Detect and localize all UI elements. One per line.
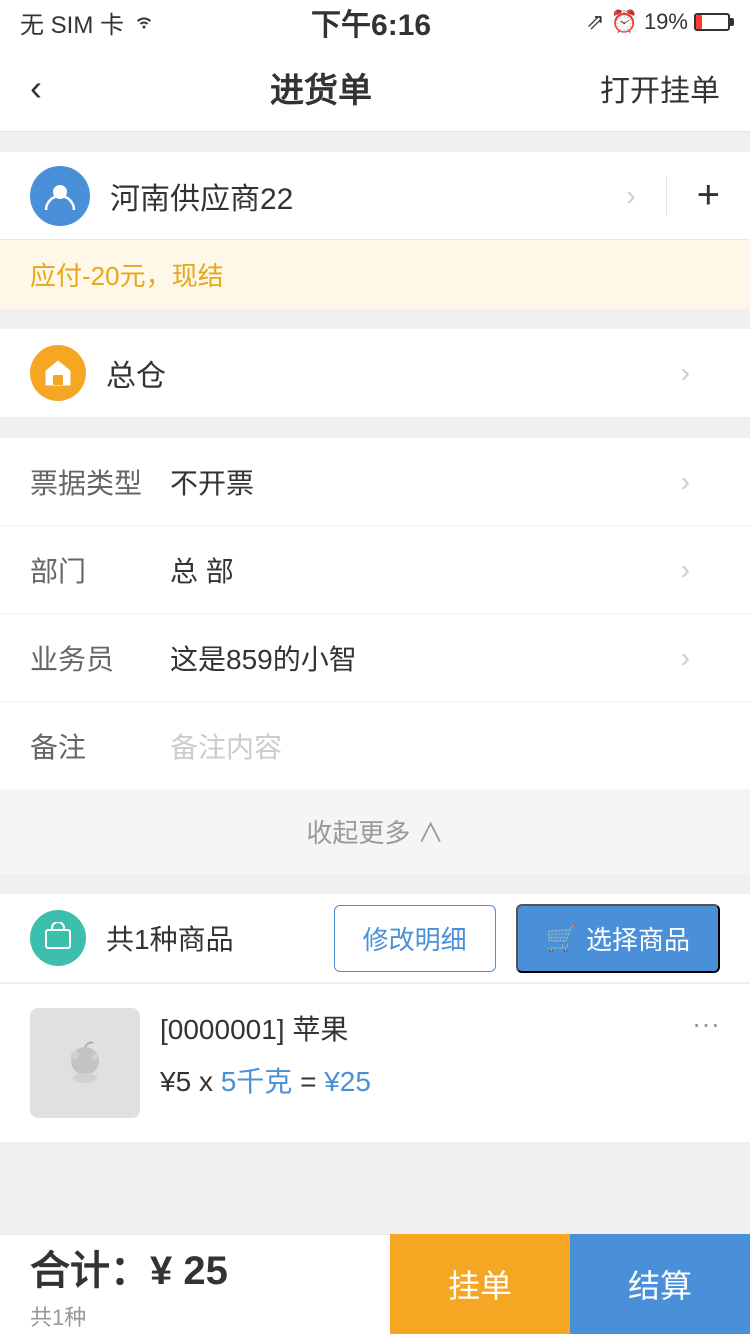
remark-row[interactable]: 备注 备注内容 bbox=[0, 701, 750, 789]
section-gap-4 bbox=[0, 874, 750, 894]
staff-value: 这是859的小智 bbox=[150, 638, 681, 678]
supplier-row[interactable]: 河南供应商22 › + bbox=[0, 152, 750, 240]
product-info: [0000001] 苹果 ¥5 x 5千克 = ¥25 bbox=[160, 1008, 640, 1100]
product-item: [0000001] 苹果 ¥5 x 5千克 = ¥25 ··· bbox=[0, 984, 750, 1142]
notice-bar: 应付-20元，现结 bbox=[0, 240, 750, 309]
warehouse-section: 总仓 › bbox=[0, 329, 750, 417]
select-product-label: 选择商品 bbox=[586, 920, 690, 957]
supplier-arrow-icon: › bbox=[626, 180, 635, 212]
status-bar: 无 SIM 卡 下午6:16 ⇗ ⏰ 19% bbox=[0, 0, 750, 44]
dept-arrow-icon: › bbox=[681, 554, 690, 586]
status-left: 无 SIM 卡 bbox=[20, 5, 156, 40]
form-section: 票据类型 不开票 › 部门 总 部 › 业务员 这是859的小智 › 备注 备注… bbox=[0, 437, 750, 789]
warehouse-name: 总仓 bbox=[106, 351, 681, 395]
dept-value: 总 部 bbox=[150, 550, 681, 590]
product-more-button[interactable]: ··· bbox=[660, 1008, 720, 1040]
invoice-value: 不开票 bbox=[150, 462, 681, 502]
product-header: 共1种商品 修改明细 🛒 选择商品 bbox=[0, 894, 750, 982]
checkout-button[interactable]: 结算 bbox=[570, 1234, 750, 1334]
alarm-icon: ⏰ bbox=[611, 9, 638, 35]
product-icon bbox=[30, 910, 86, 966]
invoice-label: 票据类型 bbox=[30, 462, 150, 502]
hang-button[interactable]: 挂单 bbox=[390, 1234, 570, 1334]
supplier-name: 河南供应商22 bbox=[110, 174, 626, 218]
subtotal: ¥25 bbox=[324, 1066, 371, 1097]
price-separator: x bbox=[199, 1066, 221, 1097]
wifi-icon bbox=[132, 8, 156, 36]
dept-row[interactable]: 部门 总 部 › bbox=[0, 525, 750, 613]
staff-arrow-icon: › bbox=[681, 642, 690, 674]
remark-label: 备注 bbox=[30, 726, 150, 766]
supplier-section: 河南供应商22 › + 应付-20元，现结 bbox=[0, 152, 750, 309]
time-label: 下午6:16 bbox=[311, 0, 431, 44]
divider bbox=[666, 176, 667, 216]
total-section: 合计：¥ 25 共1种 bbox=[0, 1234, 390, 1334]
edit-detail-button[interactable]: 修改明细 bbox=[334, 905, 496, 972]
add-supplier-button[interactable]: + bbox=[697, 173, 720, 218]
nav-bar: ‹ 进货单 打开挂单 bbox=[0, 44, 750, 132]
page-title: 进货单 bbox=[270, 63, 372, 112]
battery-label: 19% bbox=[644, 9, 688, 35]
open-hang-button[interactable]: 打开挂单 bbox=[600, 66, 720, 110]
section-gap-3 bbox=[0, 417, 750, 437]
back-button[interactable]: ‹ bbox=[30, 67, 42, 109]
remark-input[interactable]: 备注内容 bbox=[150, 726, 720, 766]
section-gap-2 bbox=[0, 309, 750, 329]
total-count: 共1种 bbox=[30, 1300, 390, 1332]
quantity: 5千克 bbox=[221, 1066, 293, 1097]
total-value: ¥ 25 bbox=[150, 1249, 228, 1293]
carrier-label: 无 SIM 卡 bbox=[20, 5, 124, 40]
battery-icon bbox=[694, 13, 730, 31]
total-label: 合计： bbox=[30, 1249, 150, 1293]
product-price: ¥5 x 5千克 = ¥25 bbox=[160, 1060, 640, 1100]
product-thumbnail bbox=[30, 1008, 140, 1118]
product-name: [0000001] 苹果 bbox=[160, 1008, 640, 1048]
invoice-row[interactable]: 票据类型 不开票 › bbox=[0, 437, 750, 525]
select-product-button[interactable]: 🛒 选择商品 bbox=[516, 904, 720, 973]
invoice-arrow-icon: › bbox=[681, 466, 690, 498]
supplier-avatar bbox=[30, 166, 90, 226]
warehouse-icon bbox=[30, 345, 86, 401]
warehouse-row[interactable]: 总仓 › bbox=[0, 329, 750, 417]
unit-price: ¥5 bbox=[160, 1066, 191, 1097]
status-right: ⇗ ⏰ 19% bbox=[586, 9, 730, 35]
staff-label: 业务员 bbox=[30, 638, 150, 678]
collapse-button[interactable]: 收起更多 ∧ bbox=[0, 789, 750, 874]
total-amount: 合计：¥ 25 bbox=[30, 1238, 390, 1296]
section-gap-1 bbox=[0, 132, 750, 152]
equals-sign: = bbox=[300, 1066, 324, 1097]
bottom-bar: 合计：¥ 25 共1种 挂单 结算 bbox=[0, 1234, 750, 1334]
cart-icon: 🛒 bbox=[546, 923, 578, 954]
product-count: 共1种商品 bbox=[106, 918, 314, 958]
warehouse-arrow-icon: › bbox=[681, 357, 690, 389]
dept-label: 部门 bbox=[30, 550, 150, 590]
staff-row[interactable]: 业务员 这是859的小智 › bbox=[0, 613, 750, 701]
location-icon: ⇗ bbox=[586, 9, 604, 35]
